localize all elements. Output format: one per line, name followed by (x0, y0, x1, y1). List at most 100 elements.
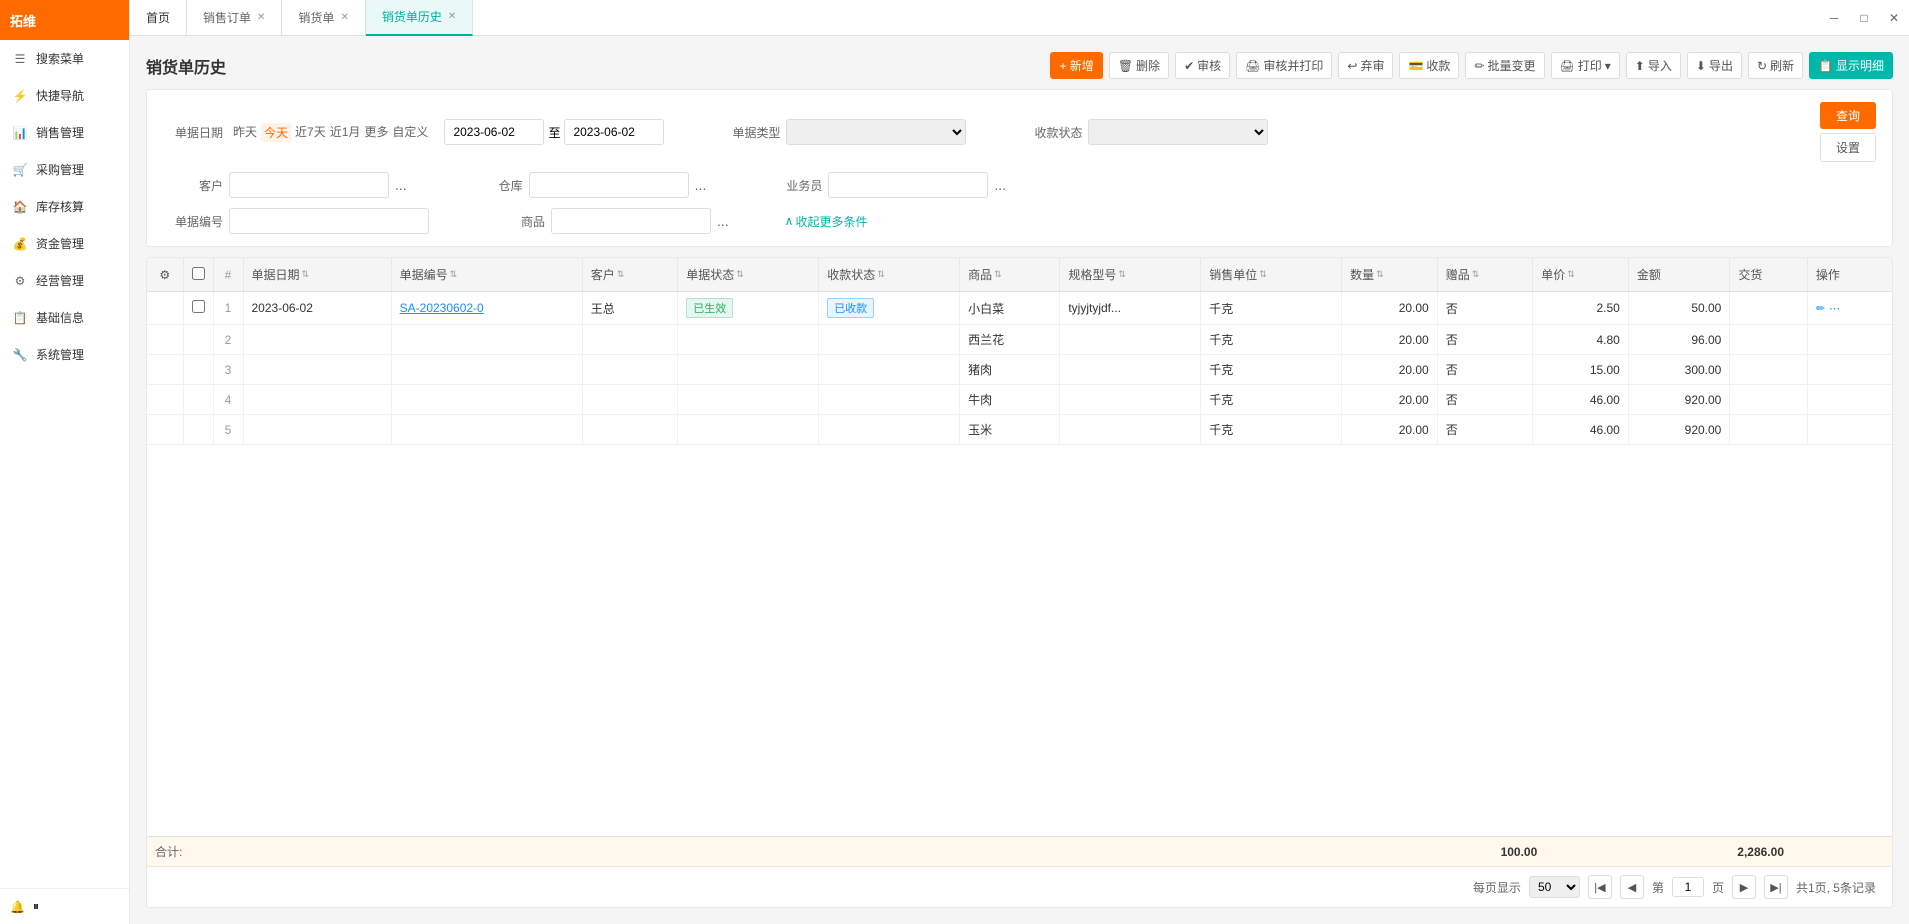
sort-spec-icon: ⇅ (1118, 269, 1126, 280)
salesman-input[interactable] (828, 172, 988, 198)
table-container: ⚙ # 单据日期⇅ 单据编号⇅ 客户⇅ 单据状态⇅ 收款状态⇅ 商品⇅ 规格型号… (147, 258, 1892, 836)
sidebar-item-sys-mgmt[interactable]: 🔧 系统管理 (0, 336, 129, 373)
review-print-button[interactable]: 🖨 审核并打印 (1236, 52, 1332, 79)
customer-input[interactable] (229, 172, 389, 198)
collect-button[interactable]: 💳 收款 (1399, 52, 1459, 79)
page-number-input[interactable] (1672, 877, 1704, 897)
close-window-button[interactable]: ✕ (1879, 0, 1909, 36)
row-num: 1 (213, 292, 243, 325)
th-qty[interactable]: 数量⇅ (1342, 258, 1438, 292)
tab-sales-history[interactable]: 销货单历史 ✕ (366, 0, 473, 36)
refresh-button[interactable]: ↻ 刷新 (1748, 52, 1803, 79)
row-goods: 猪肉 (960, 355, 1060, 385)
review-button[interactable]: ✔ 审核 (1175, 52, 1230, 79)
tab-sales-goods[interactable]: 销货单 ✕ (282, 0, 365, 36)
edit-action-button[interactable]: ✏ (1816, 303, 1825, 315)
th-checkbox[interactable] (183, 258, 213, 292)
row-doc-status (678, 355, 819, 385)
close-sales-goods-tab[interactable]: ✕ (340, 12, 348, 23)
collapse-button[interactable]: ∧ 收起更多条件 (785, 213, 868, 230)
sidebar-bottom-icon1[interactable]: 🔔 (10, 900, 25, 914)
th-unit[interactable]: 销售单位⇅ (1201, 258, 1342, 292)
doc-type-select[interactable] (786, 119, 966, 145)
import-button[interactable]: ⬆ 导入 (1626, 52, 1681, 79)
customer-ellipsis[interactable]: ... (395, 177, 407, 193)
row-spec (1060, 355, 1201, 385)
row-doc-no (391, 325, 582, 355)
warehouse-ellipsis[interactable]: ... (695, 177, 707, 193)
prev-page-button[interactable]: ◀ (1620, 875, 1644, 899)
abandon-button[interactable]: ↩ 弃审 (1338, 52, 1393, 79)
print-button[interactable]: 🖨 打印 ▾ (1551, 52, 1620, 79)
row-pay-status (819, 355, 960, 385)
delete-button[interactable]: 🗑 删除 (1109, 52, 1169, 79)
sidebar-item-purchase-mgmt[interactable]: 🛒 采购管理 (0, 151, 129, 188)
sidebar-item-fund-mgmt[interactable]: 💰 资金管理 (0, 225, 129, 262)
sidebar-item-sales-mgmt[interactable]: 📊 销售管理 (0, 114, 129, 151)
select-all-checkbox[interactable] (192, 267, 205, 280)
close-sales-history-tab[interactable]: ✕ (448, 11, 456, 22)
row-transaction (1730, 325, 1808, 355)
query-button[interactable]: 查询 (1820, 102, 1876, 129)
shortcut-more[interactable]: 更多 (364, 123, 388, 142)
tab-home[interactable]: 首页 (130, 0, 187, 36)
sidebar-item-search-menu[interactable]: ☰ 搜索菜单 (0, 40, 129, 77)
goods-input[interactable] (551, 208, 711, 234)
shortcut-1month[interactable]: 近1月 (330, 123, 361, 142)
shortcut-today[interactable]: 今天 (261, 123, 291, 142)
batch-change-button[interactable]: ✏ 批量变更 (1465, 52, 1544, 79)
filter-settings-button[interactable]: 设置 (1820, 133, 1876, 162)
maximize-button[interactable]: □ (1849, 0, 1879, 36)
th-transaction: 交货 (1730, 258, 1808, 292)
row-doc-date (243, 325, 391, 355)
first-page-button[interactable]: |◀ (1588, 875, 1612, 899)
th-doc-status[interactable]: 单据状态⇅ (678, 258, 819, 292)
sidebar-item-quick-nav[interactable]: ⚡ 快捷导航 (0, 77, 129, 114)
th-gear[interactable]: ⚙ (147, 258, 183, 292)
date-to-input[interactable] (564, 119, 664, 145)
row-checkbox-cell (183, 355, 213, 385)
per-page-select[interactable]: 10 20 50 100 (1529, 876, 1580, 898)
new-button[interactable]: + 新增 (1050, 52, 1102, 79)
minimize-button[interactable]: ─ (1819, 0, 1849, 36)
th-spec[interactable]: 规格型号⇅ (1060, 258, 1201, 292)
th-doc-no[interactable]: 单据编号⇅ (391, 258, 582, 292)
row-gift: 否 (1437, 292, 1533, 325)
warehouse-input[interactable] (529, 172, 689, 198)
filter-row-1: 单据日期 昨天 今天 近7天 近1月 更多 自定义 至 (163, 102, 1876, 162)
row-transaction (1730, 415, 1808, 445)
row-checkbox[interactable] (192, 300, 205, 313)
goods-ellipsis[interactable]: ... (717, 213, 729, 229)
pay-status-select[interactable] (1088, 119, 1268, 145)
sidebar-item-ops-mgmt[interactable]: ⚙ 经营管理 (0, 262, 129, 299)
export-button[interactable]: ⬇ 导出 (1687, 52, 1742, 79)
show-detail-button[interactable]: 📋 显示明细 (1809, 52, 1893, 79)
more-action-button[interactable]: ⋯ (1829, 303, 1840, 315)
sort-qty-icon: ⇅ (1376, 269, 1384, 280)
doc-no-link[interactable]: SA-20230602-0 (400, 301, 484, 315)
shortcut-custom[interactable]: 自定义 (392, 123, 428, 142)
th-pay-status[interactable]: 收款状态⇅ (819, 258, 960, 292)
sidebar-item-basic-info[interactable]: 📋 基础信息 (0, 299, 129, 336)
th-customer[interactable]: 客户⇅ (582, 258, 678, 292)
sidebar-bottom-icon2[interactable]: ⏸ (33, 899, 39, 914)
th-goods[interactable]: 商品⇅ (960, 258, 1060, 292)
salesman-ellipsis[interactable]: ... (994, 177, 1006, 193)
th-doc-date[interactable]: 单据日期⇅ (243, 258, 391, 292)
sidebar-item-inventory-calc[interactable]: 🏠 库存核算 (0, 188, 129, 225)
doc-no-input[interactable] (229, 208, 429, 234)
last-page-button[interactable]: ▶| (1764, 875, 1788, 899)
date-from-input[interactable] (444, 119, 544, 145)
summary-qty: 100.00 (1501, 845, 1538, 859)
shortcut-7days[interactable]: 近7天 (295, 123, 326, 142)
th-price[interactable]: 单价⇅ (1533, 258, 1629, 292)
tab-sales-order[interactable]: 销售订单 ✕ (187, 0, 282, 36)
shortcut-yesterday[interactable]: 昨天 (233, 123, 257, 142)
next-page-button[interactable]: ▶ (1732, 875, 1756, 899)
sort-price-icon: ⇅ (1567, 269, 1575, 280)
row-amount: 50.00 (1628, 292, 1730, 325)
close-sales-order-tab[interactable]: ✕ (257, 12, 265, 23)
th-gift[interactable]: 赠品⇅ (1437, 258, 1533, 292)
data-table: ⚙ # 单据日期⇅ 单据编号⇅ 客户⇅ 单据状态⇅ 收款状态⇅ 商品⇅ 规格型号… (147, 258, 1892, 445)
row-doc-date (243, 385, 391, 415)
